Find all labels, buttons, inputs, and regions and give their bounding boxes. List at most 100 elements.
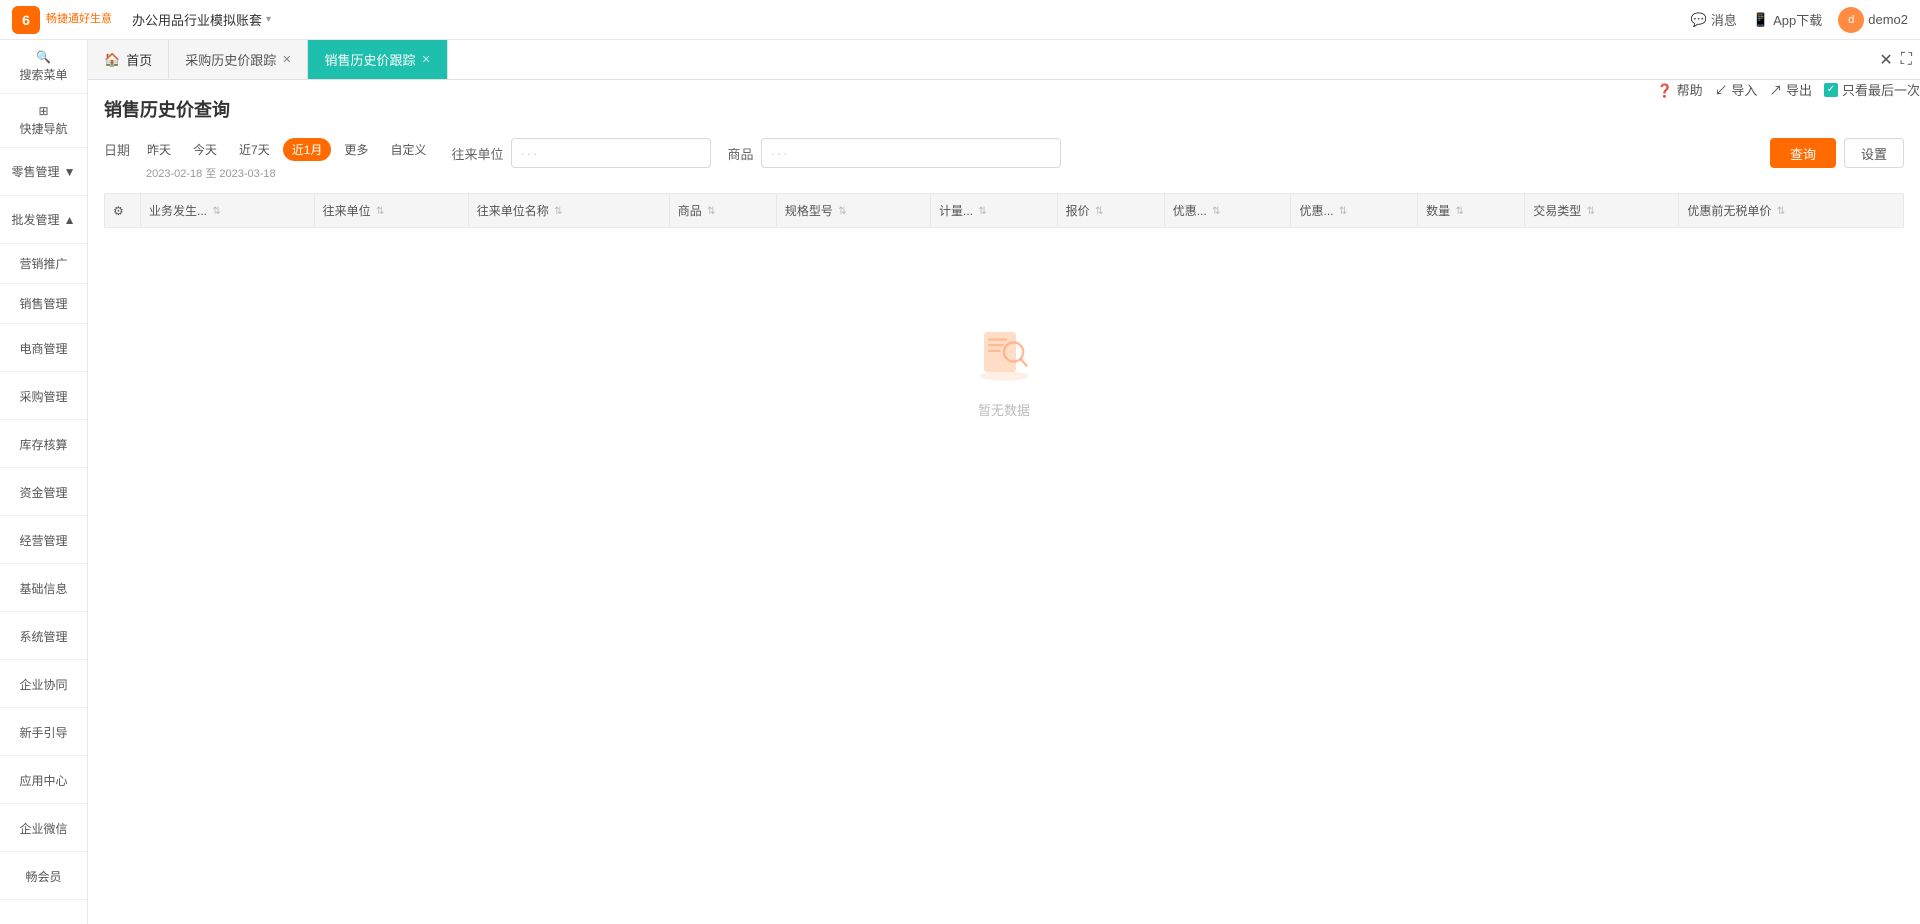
settings-button[interactable]: 设置 <box>1844 138 1904 168</box>
partner-filter-group: 往来单位 ··· <box>451 138 711 168</box>
sidebar-item-sales[interactable]: 销售管理 <box>0 284 87 324</box>
empty-state: 暂无数据 <box>104 228 1904 499</box>
date-chip-yesterday[interactable]: 昨天 <box>138 138 180 161</box>
logo-text: 畅捷通好生意 <box>46 13 112 26</box>
tabs-right: ✕ ⛶ <box>1871 40 1920 79</box>
sidebar-item-vip[interactable]: 畅会员 <box>0 852 87 900</box>
sidebar-item-purchase[interactable]: 采购管理 <box>0 372 87 420</box>
tab-home[interactable]: 🏠 首页 <box>88 40 169 79</box>
col-quantity[interactable]: 数量 ⇅ <box>1418 194 1525 228</box>
import-button[interactable]: ↙ 导入 <box>1715 80 1758 99</box>
sidebar-item-enterprise-collab[interactable]: 企业协同 <box>0 660 87 708</box>
checkbox-checked-icon: ✓ <box>1824 83 1838 97</box>
logo-icon: 6 <box>12 6 40 34</box>
query-button[interactable]: 查询 <box>1770 138 1836 168</box>
app-title: 办公用品行业模拟账套 <box>132 10 262 29</box>
date-chip-last1m[interactable]: 近1月 <box>283 138 332 161</box>
partner-input[interactable]: ··· <box>511 138 711 168</box>
col-partner-code[interactable]: 往来单位 ⇅ <box>314 194 468 228</box>
col-partner-name[interactable]: 往来单位名称 ⇅ <box>468 194 669 228</box>
close-all-tabs-icon[interactable]: ✕ <box>1879 50 1892 70</box>
sidebar-item-retail[interactable]: 零售管理 ▼ <box>0 148 87 196</box>
filter-actions: 查询 设置 <box>1770 138 1904 168</box>
date-range-text: 2023-02-18 至 2023-03-18 <box>146 165 435 181</box>
chevron-up-icon: ▲ <box>64 213 76 227</box>
sort-icon: ⇅ <box>554 206 562 217</box>
user-menu[interactable]: d demo2 <box>1838 7 1908 33</box>
app-selector[interactable]: 办公用品行业模拟账套 ▾ <box>132 10 271 29</box>
sidebar-item-wechat[interactable]: 企业微信 <box>0 804 87 852</box>
sort-icon: ⇅ <box>1095 206 1103 217</box>
data-table: ⚙ 业务发生... ⇅ 往来单位 ⇅ 往来单位名称 <box>104 193 1904 228</box>
table-header: ⚙ 业务发生... ⇅ 往来单位 ⇅ 往来单位名称 <box>105 194 1904 228</box>
only-last-checkbox-item[interactable]: ✓ 只看最后一次 <box>1824 80 1920 99</box>
sort-icon: ⇅ <box>376 206 384 217</box>
col-goods[interactable]: 商品 ⇅ <box>669 194 776 228</box>
partner-label: 往来单位 <box>451 144 503 163</box>
close-tab-sales-icon[interactable]: ✕ <box>421 53 430 66</box>
close-tab-purchase-icon[interactable]: ✕ <box>282 53 291 66</box>
page-title: 销售历史价查询 <box>104 96 1904 122</box>
sort-icon: ⇅ <box>1587 206 1595 217</box>
sidebar-item-operations[interactable]: 经营管理 <box>0 516 87 564</box>
sidebar-item-system[interactable]: 系统管理 <box>0 612 87 660</box>
maximize-icon[interactable]: ⛶ <box>1901 51 1912 69</box>
top-actions: ❓ 帮助 ↙ 导入 ↗ 导出 ✓ 只看最后一次 <box>1657 80 1920 99</box>
tab-sales-history[interactable]: 销售历史价跟踪 ✕ <box>308 40 447 79</box>
sort-icon: ⇅ <box>838 206 846 217</box>
sidebar-item-ecommerce[interactable]: 电商管理 <box>0 324 87 372</box>
sort-icon: ⇅ <box>1777 206 1785 217</box>
tab-purchase-history[interactable]: 采购历史价跟踪 ✕ <box>169 40 308 79</box>
avatar: d <box>1838 7 1864 33</box>
export-icon: ↗ <box>1769 83 1782 98</box>
col-pretax-price[interactable]: 优惠前无税单价 ⇅ <box>1679 194 1904 228</box>
date-chip-today[interactable]: 今天 <box>184 138 226 161</box>
goods-input[interactable]: ··· <box>761 138 1061 168</box>
date-chip-more[interactable]: 更多 <box>335 138 377 161</box>
chevron-down-icon: ▾ <box>266 14 271 25</box>
sidebar-item-newbie[interactable]: 新手引导 <box>0 708 87 756</box>
col-spec[interactable]: 规格型号 ⇅ <box>776 194 930 228</box>
message-button[interactable]: 💬 消息 <box>1691 10 1737 29</box>
logo-area: 6 畅捷通好生意 <box>12 6 112 34</box>
col-discount1[interactable]: 优惠... ⇅ <box>1164 194 1291 228</box>
sidebar-item-marketing[interactable]: 营销推广 <box>0 244 87 284</box>
goods-filter-group: 商品 ··· <box>727 138 1061 168</box>
date-chip-last7[interactable]: 近7天 <box>230 138 279 161</box>
col-unit[interactable]: 计量... ⇅ <box>930 194 1057 228</box>
date-chips: 昨天 今天 近7天 近1月 更多 自定义 <box>138 138 435 161</box>
sidebar-item-finance[interactable]: 资金管理 <box>0 468 87 516</box>
sort-icon: ⇅ <box>707 206 715 217</box>
help-button[interactable]: ❓ 帮助 <box>1657 80 1703 99</box>
help-icon: ❓ <box>1657 83 1673 98</box>
sidebar-item-quick-nav[interactable]: ⊞ 快捷导航 <box>0 94 87 148</box>
app-download-button[interactable]: 📱 App下载 <box>1753 10 1822 29</box>
col-biz-date[interactable]: 业务发生... ⇅ <box>141 194 315 228</box>
main-layout: 🔍 搜索菜单 ⊞ 快捷导航 零售管理 ▼ 批发管理 ▲ 营销推广 销售管理 电商… <box>0 40 1920 924</box>
download-icon: 📱 <box>1753 12 1769 28</box>
col-trade-type[interactable]: 交易类型 ⇅ <box>1525 194 1679 228</box>
date-label: 日期 <box>104 140 130 159</box>
goods-label: 商品 <box>727 144 753 163</box>
export-button[interactable]: ↗ 导出 <box>1769 80 1812 99</box>
sidebar-item-app-center[interactable]: 应用中心 <box>0 756 87 804</box>
grid-icon: ⊞ <box>38 104 48 118</box>
top-bar-left: 6 畅捷通好生意 办公用品行业模拟账套 ▾ <box>12 6 271 34</box>
tabs-bar: 🏠 首页 采购历史价跟踪 ✕ 销售历史价跟踪 ✕ ✕ ⛶ <box>88 40 1920 80</box>
sort-icon: ⇅ <box>1456 206 1464 217</box>
sort-icon: ⇅ <box>212 206 220 217</box>
sidebar-item-basics[interactable]: 基础信息 <box>0 564 87 612</box>
filter-bar: 日期 昨天 今天 近7天 近1月 更多 自定义 2023-02-18 至 202… <box>104 138 1904 181</box>
sidebar-item-inventory[interactable]: 库存核算 <box>0 420 87 468</box>
col-settings[interactable]: ⚙ <box>105 194 141 228</box>
chevron-down-icon: ▼ <box>64 165 76 179</box>
date-chip-custom[interactable]: 自定义 <box>381 138 435 161</box>
top-bar-right: 💬 消息 📱 App下载 d demo2 <box>1691 7 1908 33</box>
home-icon: 🏠 <box>104 52 120 68</box>
col-discount2[interactable]: 优惠... ⇅ <box>1291 194 1418 228</box>
sidebar: 🔍 搜索菜单 ⊞ 快捷导航 零售管理 ▼ 批发管理 ▲ 营销推广 销售管理 电商… <box>0 40 88 924</box>
col-quote[interactable]: 报价 ⇅ <box>1057 194 1164 228</box>
sidebar-item-search-menu[interactable]: 🔍 搜索菜单 <box>0 40 87 94</box>
page-inner: ❓ 帮助 ↙ 导入 ↗ 导出 ✓ 只看最后一次 <box>88 80 1920 515</box>
sidebar-item-wholesale[interactable]: 批发管理 ▲ <box>0 196 87 244</box>
